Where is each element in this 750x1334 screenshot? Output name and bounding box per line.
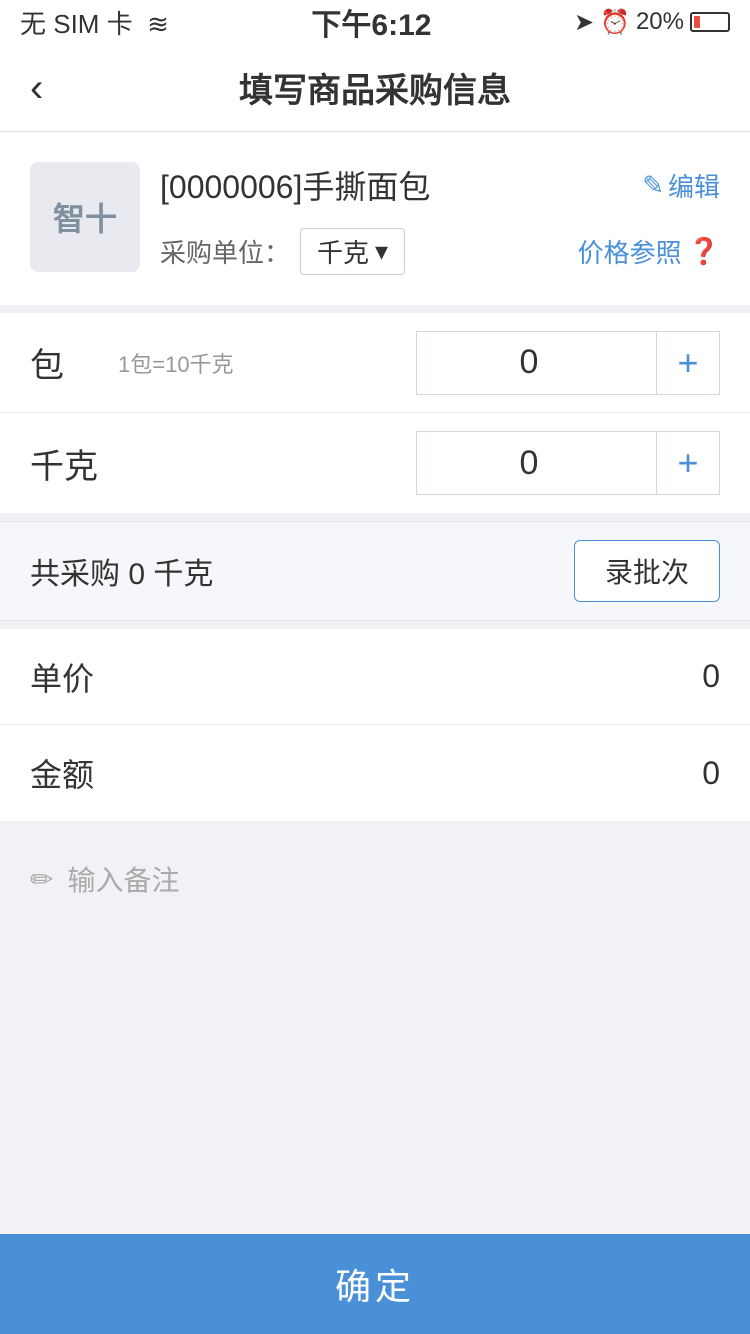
product-info: [0000006]手撕面包 ✎ 编辑 采购单位： 千克 ▾ 价格参照 ❓ [160, 162, 720, 275]
help-icon: ❓ [688, 236, 720, 267]
price-ref-label: 价格参照 [578, 233, 682, 270]
edit-button[interactable]: ✎ 编辑 [642, 167, 720, 204]
notes-input[interactable]: ✏ 输入备注 [30, 859, 720, 899]
pencil-icon: ✏ [30, 863, 53, 896]
kg-plus-button[interactable]: + [656, 431, 720, 495]
unit-select[interactable]: 千克 ▾ [300, 228, 405, 275]
edit-icon: ✎ [642, 170, 664, 201]
bag-sublabel: 1包=10千克 [118, 347, 234, 379]
unit-price-label: 单价 [30, 654, 94, 700]
battery-percent: 20% [636, 8, 684, 36]
status-left: 无 SIM 卡 ≋ [20, 4, 169, 41]
quantity-section: 包 1包=10千克 + 千克 + [0, 313, 750, 513]
bag-label: 包 [30, 338, 110, 387]
product-top-row: [0000006]手撕面包 ✎ 编辑 [160, 162, 720, 208]
page-title: 填写商品采购信息 [239, 63, 511, 112]
edit-label: 编辑 [668, 167, 720, 204]
unit-price-value: 0 [702, 658, 720, 695]
kg-quantity-row: 千克 + [0, 413, 750, 513]
dropdown-icon: ▾ [375, 236, 388, 267]
battery-icon [690, 12, 730, 32]
price-reference-button[interactable]: 价格参照 ❓ [578, 233, 720, 270]
record-batch-button[interactable]: 录批次 [574, 540, 720, 602]
back-button[interactable]: ‹ [30, 68, 43, 108]
nav-bar: ‹ 填写商品采购信息 [0, 44, 750, 132]
unit-price-row: 单价 0 [0, 629, 750, 725]
status-right: ➤ ⏰ 20% [574, 8, 730, 37]
product-unit-row: 采购单位： 千克 ▾ 价格参照 ❓ [160, 228, 720, 275]
amount-label: 金额 [30, 750, 94, 796]
unit-label: 采购单位： 千克 ▾ [160, 228, 405, 275]
bag-quantity-row: 包 1包=10千克 + [0, 313, 750, 413]
kg-input[interactable] [416, 431, 656, 495]
status-bar: 无 SIM 卡 ≋ 下午6:12 ➤ ⏰ 20% [0, 0, 750, 44]
product-name: [0000006]手撕面包 [160, 162, 430, 208]
price-section: 单价 0 金额 0 [0, 629, 750, 821]
bag-controls: + [416, 331, 720, 395]
amount-row: 金额 0 [0, 725, 750, 821]
bag-plus-button[interactable]: + [656, 331, 720, 395]
product-logo: 智十 [53, 194, 117, 240]
summary-row: 共采购 0 千克 录批次 [0, 521, 750, 621]
location-icon: ➤ [574, 8, 594, 37]
alarm-icon: ⏰ [600, 8, 630, 37]
amount-value: 0 [702, 755, 720, 792]
kg-controls: + [416, 431, 720, 495]
summary-text: 共采购 0 千克 [30, 549, 213, 593]
notes-placeholder: 输入备注 [67, 859, 179, 899]
bag-input[interactable] [416, 331, 656, 395]
confirm-button[interactable]: 确定 [0, 1234, 750, 1334]
kg-label: 千克 [30, 439, 110, 488]
status-time: 下午6:12 [311, 0, 431, 44]
unit-value: 千克 [317, 233, 369, 270]
product-image: 智十 [30, 162, 140, 272]
product-card: 智十 [0000006]手撕面包 ✎ 编辑 采购单位： 千克 ▾ 价格参照 ❓ [0, 132, 750, 313]
notes-section[interactable]: ✏ 输入备注 [0, 829, 750, 1069]
